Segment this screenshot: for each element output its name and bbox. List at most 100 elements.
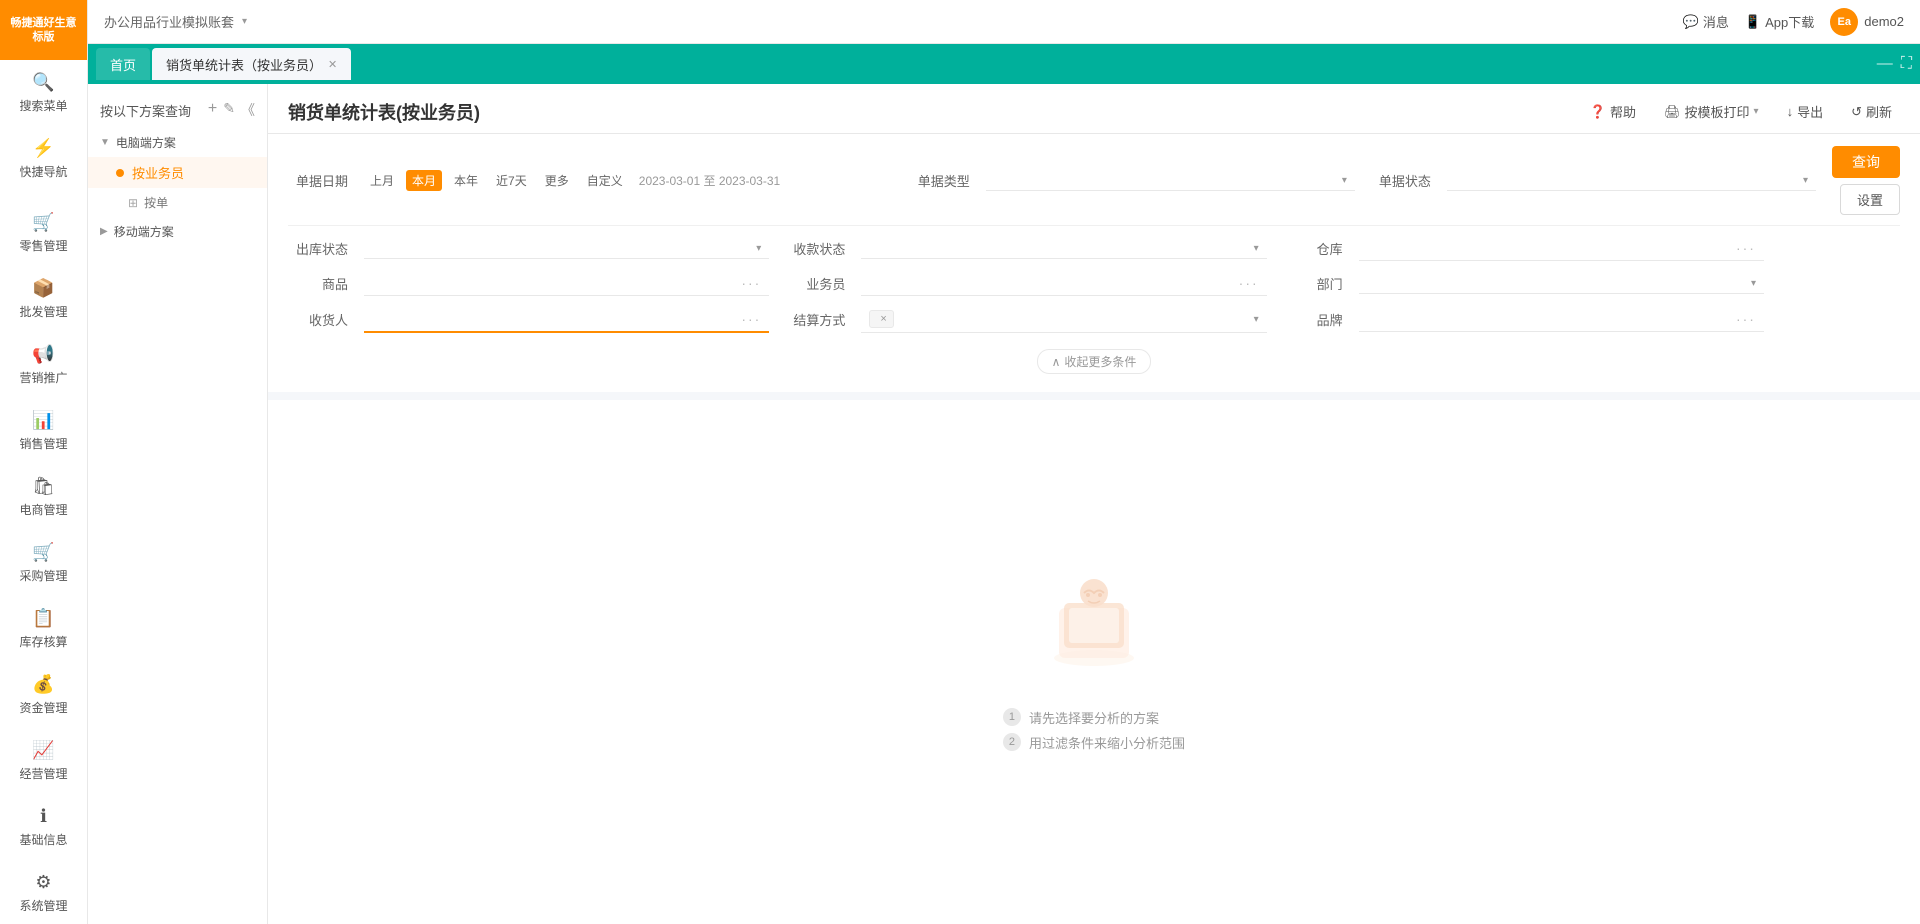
user-profile[interactable]: Ea demo2	[1830, 8, 1904, 36]
export-btn[interactable]: ↓ 导出	[1779, 98, 1832, 125]
hint-num-2: 2	[1003, 733, 1021, 751]
sidebar-item-basic[interactable]: ℹ 基础信息	[0, 794, 87, 860]
main-area: 办公用品行业模拟账套 ▾ 💬 消息 📱 App下载 Ea demo2 首页	[88, 0, 1920, 924]
filter-row-3: 商品 ··· 业务员 ··· 部门 ▾	[288, 271, 1900, 296]
tab-bar-actions: — ⛶	[1877, 55, 1912, 73]
sidebar-item-inventory[interactable]: 📋 库存核算	[0, 596, 87, 662]
sidebar-item-wholesale[interactable]: 📦 批发管理	[0, 266, 87, 332]
staff-dots-icon[interactable]: ···	[1239, 275, 1259, 291]
active-dot-icon	[116, 169, 124, 177]
consignee-field[interactable]: ···	[364, 307, 769, 333]
doc-type-arrow-icon: ▾	[1342, 175, 1347, 186]
avatar-initials: Ea	[1838, 16, 1851, 28]
sidebar-item-search[interactable]: 🔍 搜索菜单	[0, 60, 87, 126]
out-status-field[interactable]: ▾	[364, 239, 769, 259]
tab-close-icon[interactable]: ✕	[328, 58, 337, 71]
brand-field[interactable]: ···	[1359, 307, 1764, 332]
sidebar-item-sales[interactable]: 📊 销售管理	[0, 398, 87, 464]
refresh-label: 刷新	[1866, 102, 1892, 121]
date-tab-last-7-days[interactable]: 近7天	[490, 170, 533, 191]
sidebar-item-finance[interactable]: 💰 资金管理	[0, 662, 87, 728]
sidebar-item-operation[interactable]: 📈 经营管理	[0, 728, 87, 794]
tab-maximize-btn[interactable]: ⛶	[1901, 55, 1912, 73]
brand-dots-icon[interactable]: ···	[1736, 311, 1756, 327]
filter-row-4: 收货人 ··· 结算方式 × ▾ 品牌	[288, 306, 1900, 333]
help-btn[interactable]: ❓ 帮助	[1582, 98, 1644, 125]
staff-field[interactable]: ···	[861, 271, 1266, 296]
doc-status-arrow-icon: ▾	[1803, 175, 1808, 186]
doc-type-field[interactable]: ▾	[986, 171, 1355, 191]
sales-icon: 📊	[32, 410, 54, 431]
tree-expand-icon: ▼	[100, 137, 110, 148]
empty-hint-2: 2 用过滤条件来缩小分析范围	[1003, 733, 1185, 752]
settings-btn[interactable]: 设置	[1840, 184, 1900, 215]
sidebar-item-marketing[interactable]: 📢 营销推广	[0, 332, 87, 398]
search-icon: 🔍	[32, 72, 54, 93]
operation-icon: 📈	[32, 740, 54, 761]
left-panel-title: 按以下方案查询	[100, 101, 191, 120]
hint-num-1: 1	[1003, 708, 1021, 726]
finance-icon: 💰	[32, 674, 54, 695]
desktop-section-title[interactable]: ▼ 电脑端方案	[88, 128, 267, 157]
workspace-selector[interactable]: 办公用品行业模拟账套 ▾	[104, 12, 247, 31]
warehouse-label: 仓库	[1283, 239, 1343, 258]
goods-field[interactable]: ···	[364, 271, 769, 296]
order-icon: ⊞	[128, 196, 138, 210]
left-panel-header-actions: + ✎ 《	[208, 100, 255, 120]
right-panel: 销货单统计表(按业务员) ❓ 帮助 🖨 按模板打印 ▾ ↓ 导出	[268, 84, 1920, 924]
doc-status-field[interactable]: ▾	[1447, 171, 1816, 191]
scheme-by-staff[interactable]: 按业务员	[88, 157, 267, 188]
workspace-dropdown-arrow: ▾	[242, 16, 247, 27]
avatar: Ea	[1830, 8, 1858, 36]
inventory-icon: 📋	[32, 608, 54, 629]
staff-label: 业务员	[785, 274, 845, 293]
refresh-btn[interactable]: ↺ 刷新	[1843, 98, 1900, 125]
collapse-filters-btn[interactable]: ∧ 收起更多条件	[1037, 349, 1152, 374]
collapse-panel-btn[interactable]: 《	[241, 100, 255, 120]
date-tab-custom[interactable]: 自定义	[581, 170, 629, 191]
settlement-label: 结算方式	[785, 310, 845, 329]
consignee-label: 收货人	[288, 310, 348, 329]
help-label: 帮助	[1610, 102, 1636, 121]
date-tab-more[interactable]: 更多	[539, 170, 575, 191]
mobile-section-label: 移动端方案	[114, 223, 174, 240]
desktop-section: ▼ 电脑端方案 按业务员 ⊞ 按单	[88, 128, 267, 217]
date-tab-current-year[interactable]: 本年	[448, 170, 484, 191]
edit-scheme-btn[interactable]: ✎	[223, 100, 235, 120]
add-scheme-btn[interactable]: +	[208, 100, 217, 120]
receipt-status-field[interactable]: ▾	[861, 239, 1266, 259]
date-tab-current-month[interactable]: 本月	[406, 170, 442, 191]
query-btn[interactable]: 查询	[1832, 146, 1900, 178]
date-tab-last-month[interactable]: 上月	[364, 170, 400, 191]
scheme-by-order[interactable]: ⊞ 按单	[88, 188, 267, 217]
sidebar-item-ecommerce[interactable]: 🛍 电商管理	[0, 464, 87, 530]
dept-field[interactable]: ▾	[1359, 274, 1764, 294]
tab-sales-report[interactable]: 销货单统计表（按业务员） ✕	[152, 48, 351, 80]
settlement-tag-close-icon[interactable]: ×	[880, 313, 886, 325]
goods-dots-icon[interactable]: ···	[741, 275, 761, 291]
mobile-section: ▶ 移动端方案	[88, 217, 267, 246]
tab-bar: 首页 销货单统计表（按业务员） ✕ — ⛶	[88, 44, 1920, 84]
mobile-section-title[interactable]: ▶ 移动端方案	[88, 217, 267, 246]
sidebar-item-purchase[interactable]: 🛒 采购管理	[0, 530, 87, 596]
tab-home[interactable]: 首页	[96, 48, 150, 80]
app-download-btn[interactable]: 📱 App下载	[1745, 12, 1814, 31]
print-btn[interactable]: 🖨 按模板打印 ▾	[1656, 98, 1767, 125]
warehouse-field[interactable]: ···	[1359, 236, 1764, 261]
query-buttons: 查询 设置	[1832, 146, 1900, 215]
desktop-section-label: 电脑端方案	[116, 134, 176, 151]
logo-subtext: 标版	[33, 30, 55, 44]
dept-arrow-icon: ▾	[1751, 278, 1756, 289]
tab-minimize-btn[interactable]: —	[1877, 55, 1893, 73]
consignee-dots-icon[interactable]: ···	[741, 311, 761, 327]
sidebar-item-retail[interactable]: 🛒 零售管理	[0, 200, 87, 266]
filter-area: 单据日期 上月 本月 本年 近7天 更多 自定义 2023-03-01 至 20…	[268, 134, 1920, 392]
sidebar-item-label: 经营管理	[19, 765, 67, 782]
sidebar-item-system[interactable]: ⚙ 系统管理	[0, 860, 87, 924]
warehouse-dots-icon[interactable]: ···	[1736, 240, 1756, 256]
export-label: 导出	[1797, 102, 1823, 121]
sidebar-item-quick-nav[interactable]: ⚡ 快捷导航	[0, 126, 87, 192]
message-btn[interactable]: 💬 消息	[1683, 12, 1729, 31]
date-range-display: 2023-03-01 至 2023-03-31	[639, 172, 780, 189]
user-name: demo2	[1864, 14, 1904, 29]
